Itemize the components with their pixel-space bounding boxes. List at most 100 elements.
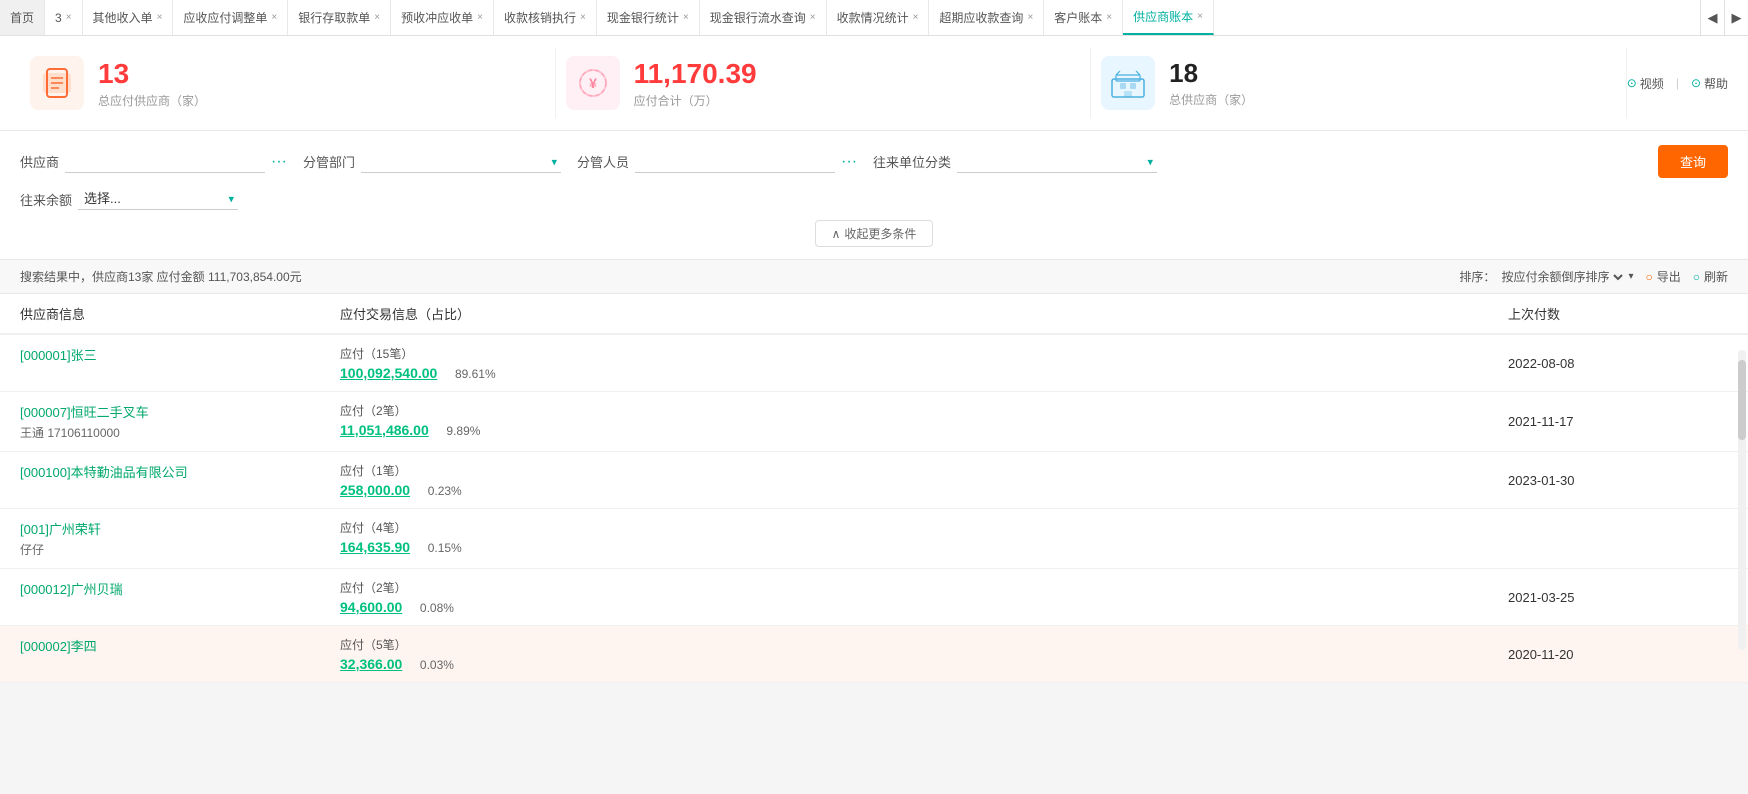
- table-row: [000001]张三 应付（15笔） 100,092,540.00 89.61%…: [0, 335, 1748, 392]
- category-select[interactable]: [957, 151, 1157, 173]
- nav-tab-close-other-income[interactable]: ×: [157, 12, 163, 23]
- summary-bar: 13 总应付供应商（家） ¥ 11,170.39 应付合计（万）: [0, 36, 1748, 131]
- table-container: 供应商信息 应付交易信息（占比） 上次付数 [000001]张三 应付（15笔）…: [0, 294, 1748, 683]
- suppliers-payable-number: 13: [98, 57, 206, 91]
- dept-select-wrapper: ▾: [361, 151, 561, 173]
- balance-select-wrapper: 选择... ▾: [78, 188, 238, 210]
- nav-arrow-left[interactable]: ◀: [1700, 0, 1724, 36]
- refresh-button[interactable]: ○ 刷新: [1693, 268, 1728, 285]
- video-link[interactable]: ⊙ 视频: [1627, 75, 1664, 92]
- row-transaction-3: 应付（4笔） 164,635.90 0.15%: [340, 519, 1508, 558]
- nav-tab-close-cash-flow[interactable]: ×: [810, 12, 816, 23]
- row-lastpay-3: [1508, 519, 1728, 558]
- nav-tab-bank-deposit[interactable]: 银行存取款单×: [288, 0, 391, 35]
- tx-amount-link-1[interactable]: 11,051,486.00: [340, 422, 429, 438]
- nav-tab-other-income[interactable]: 其他收入单×: [83, 0, 174, 35]
- nav-tab-close-bank-deposit[interactable]: ×: [374, 12, 380, 23]
- search-button[interactable]: 查询: [1658, 145, 1728, 178]
- col-header-lastpay: 上次付数: [1508, 304, 1728, 323]
- nav-tab-close-cash-stat[interactable]: ×: [683, 12, 689, 23]
- person-dots[interactable]: ···: [841, 153, 857, 171]
- nav-tab-close-supplier-book[interactable]: ×: [1197, 11, 1203, 22]
- row-lastpay-4: 2021-03-25: [1508, 579, 1728, 615]
- summary-actions: ⊙ 视频 | ⊙ 帮助: [1627, 75, 1728, 92]
- person-input[interactable]: [635, 151, 835, 173]
- summary-card-suppliers-payable: 13 总应付供应商（家）: [20, 48, 556, 118]
- payable-total-number: 11,170.39: [634, 57, 757, 91]
- sort-select[interactable]: 按应付余额倒序排序: [1497, 269, 1626, 285]
- tx-amount-link-3[interactable]: 164,635.90: [340, 539, 410, 555]
- row-supplier-1: [000007]恒旺二手叉车 王通 17106110000: [20, 402, 340, 441]
- row-lastpay-1: 2021-11-17: [1508, 402, 1728, 441]
- supplier-link-1[interactable]: [000007]恒旺二手叉车: [20, 402, 340, 421]
- category-select-wrapper: ▾: [957, 151, 1157, 173]
- table-row: [000100]本特勤油品有限公司 应付（1笔） 258,000.00 0.23…: [0, 452, 1748, 509]
- nav-tab-close-prepay-ar[interactable]: ×: [477, 12, 483, 23]
- total-suppliers-icon: [1101, 56, 1155, 110]
- scrollbar-thumb[interactable]: [1738, 360, 1746, 440]
- tx-amount-link-4[interactable]: 94,600.00: [340, 599, 402, 615]
- tx-label-4: 应付（2笔）: [340, 579, 1508, 596]
- tx-label-3: 应付（4笔）: [340, 519, 1508, 536]
- row-lastpay-5: 2020-11-20: [1508, 636, 1728, 672]
- nav-tab-overdue-ar[interactable]: 超期应收款查询×: [929, 0, 1044, 35]
- supplier-dots[interactable]: ···: [271, 153, 287, 171]
- filter-dept: 分管部门 ▾: [303, 151, 561, 173]
- col-header-supplier: 供应商信息: [20, 304, 340, 323]
- nav-tab-close-receipt-stat[interactable]: ×: [913, 12, 919, 23]
- tx-amount-row-1: 11,051,486.00 9.89%: [340, 422, 1508, 438]
- nav-tab-close-ar-ap-adjust[interactable]: ×: [271, 12, 277, 23]
- nav-arrow-right[interactable]: ▶: [1724, 0, 1748, 36]
- payable-total-info: 11,170.39 应付合计（万）: [634, 57, 757, 110]
- nav-tab-tab3[interactable]: 3×: [45, 0, 83, 35]
- tx-percent-1: 9.89%: [446, 424, 480, 438]
- nav-tab-home[interactable]: 首页: [0, 0, 45, 35]
- category-label: 往来单位分类: [873, 152, 951, 171]
- export-button[interactable]: ○ 导出: [1645, 268, 1680, 285]
- tx-amount-link-5[interactable]: 32,366.00: [340, 656, 402, 672]
- help-link[interactable]: ⊙ 帮助: [1691, 75, 1728, 92]
- collapse-chevron-icon: ∧: [832, 227, 841, 241]
- supplier-input[interactable]: [65, 151, 265, 173]
- tx-percent-4: 0.08%: [420, 601, 454, 615]
- nav-tab-supplier-book[interactable]: 供应商账本×: [1123, 0, 1214, 35]
- nav-tab-cash-stat[interactable]: 现金银行统计×: [597, 0, 700, 35]
- scrollbar-track[interactable]: [1738, 350, 1746, 650]
- supplier-link-2[interactable]: [000100]本特勤油品有限公司: [20, 462, 340, 481]
- payable-total-icon: ¥: [566, 56, 620, 110]
- nav-tab-receipt-stat[interactable]: 收款情况统计×: [827, 0, 930, 35]
- dept-label: 分管部门: [303, 152, 355, 171]
- row-transaction-5: 应付（5笔） 32,366.00 0.03%: [340, 636, 1508, 672]
- supplier-link-5[interactable]: [000002]李四: [20, 636, 340, 655]
- supplier-link-0[interactable]: [000001]张三: [20, 345, 340, 364]
- tx-amount-link-0[interactable]: 100,092,540.00: [340, 365, 437, 381]
- nav-tab-ar-ap-adjust[interactable]: 应收应付调整单×: [173, 0, 288, 35]
- collapse-button[interactable]: ∧ 收起更多条件: [815, 220, 934, 247]
- filter-balance: 往来余额 选择... ▾: [20, 188, 238, 210]
- results-summary-text: 搜索结果中，供应商13家 应付金额 111,703,854.00元: [20, 268, 302, 285]
- nav-tab-close-receipt-verify[interactable]: ×: [580, 12, 586, 23]
- table-rows-container: [000001]张三 应付（15笔） 100,092,540.00 89.61%…: [0, 335, 1748, 683]
- filter-supplier: 供应商 ···: [20, 151, 287, 173]
- dept-select[interactable]: [361, 151, 561, 173]
- total-suppliers-label: 总供应商（家）: [1169, 91, 1253, 108]
- refresh-circle-icon: ○: [1693, 270, 1700, 284]
- tx-label-1: 应付（2笔）: [340, 402, 1508, 419]
- nav-tab-customer-book[interactable]: 客户账本×: [1044, 0, 1123, 35]
- tx-percent-5: 0.03%: [420, 658, 454, 672]
- row-transaction-2: 应付（1笔） 258,000.00 0.23%: [340, 462, 1508, 498]
- supplier-link-4[interactable]: [000012]广州贝瑞: [20, 579, 340, 598]
- balance-select[interactable]: 选择...: [78, 188, 238, 210]
- nav-tab-cash-flow[interactable]: 现金银行流水查询×: [700, 0, 827, 35]
- supplier-link-3[interactable]: [001]广州荣轩: [20, 519, 340, 538]
- nav-tab-close-tab3[interactable]: ×: [66, 12, 72, 23]
- row-supplier-5: [000002]李四: [20, 636, 340, 672]
- tx-amount-row-0: 100,092,540.00 89.61%: [340, 365, 1508, 381]
- nav-tab-close-customer-book[interactable]: ×: [1106, 12, 1112, 23]
- sort-area: 排序： 按应付余额倒序排序 ▾ ○ 导出 ○ 刷新: [1459, 268, 1728, 285]
- tx-percent-3: 0.15%: [428, 541, 462, 555]
- nav-tab-prepay-ar[interactable]: 预收冲应收单×: [391, 0, 494, 35]
- tx-amount-link-2[interactable]: 258,000.00: [340, 482, 410, 498]
- nav-tab-close-overdue-ar[interactable]: ×: [1027, 12, 1033, 23]
- nav-tab-receipt-verify[interactable]: 收款核销执行×: [494, 0, 597, 35]
